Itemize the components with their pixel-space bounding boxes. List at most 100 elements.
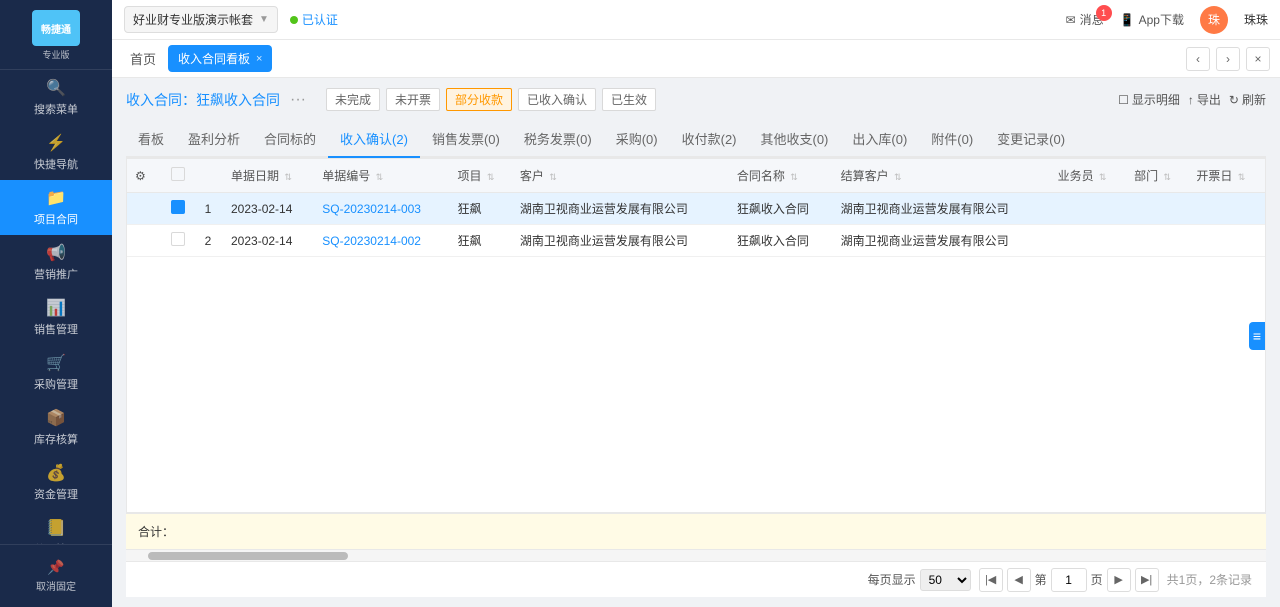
right-action-panel[interactable]: ≡: [1249, 322, 1265, 350]
row-date-0: 2023-02-14: [223, 193, 314, 225]
sort-icon-project[interactable]: ⇅: [487, 172, 495, 182]
prev-page-btn[interactable]: ◀: [1007, 568, 1031, 592]
row-settings-1: [127, 225, 163, 257]
header-checkbox[interactable]: [171, 167, 185, 181]
header-action-refresh[interactable]: ↻ 刷新: [1229, 91, 1266, 108]
settings-icon[interactable]: ⚙: [135, 169, 146, 183]
row-end-customer-1: 湖南卫视商业运营发展有限公司: [833, 225, 1050, 257]
topbar: 好业财专业版演示帐套 ▼ 已认证 ✉ 消息 1 📱 App下载 珠 珠珠: [112, 0, 1280, 40]
row-checkbox-1[interactable]: [171, 232, 185, 246]
sub-tab-purchase[interactable]: 采购(0): [604, 121, 670, 156]
topbar-avatar[interactable]: 珠: [1200, 6, 1228, 34]
sort-icon-salesman[interactable]: ⇅: [1099, 172, 1107, 182]
pin-icon: 📌: [47, 559, 64, 576]
page-title-name: 狂飙收入合同: [196, 92, 280, 108]
sub-tab-other-income[interactable]: 其他收支(0): [749, 121, 841, 156]
status-tag-not-invoiced[interactable]: 未开票: [386, 88, 440, 111]
tab-nav-next[interactable]: ›: [1216, 47, 1240, 71]
sales-icon: 📊: [46, 298, 66, 318]
sub-tab-contract-standard[interactable]: 合同标的: [252, 121, 328, 156]
sidebar-item-label: 项目合同: [34, 211, 78, 227]
th-code: 单据编号 ⇅: [314, 159, 449, 193]
page-nav: |◀ ◀ 第 页 ▶ ▶|: [979, 568, 1159, 592]
page-input[interactable]: [1051, 568, 1087, 592]
sub-tab-change-log[interactable]: 变更记录(0): [985, 121, 1077, 156]
scrollbar-thumb[interactable]: [148, 552, 348, 560]
sort-icon-contract[interactable]: ⇅: [790, 172, 798, 182]
last-page-btn[interactable]: ▶|: [1135, 568, 1159, 592]
sort-icon-open-date[interactable]: ⇅: [1238, 172, 1246, 182]
row-num-0: 1: [193, 193, 223, 225]
page-size-select: 每页显示 50 20 100: [868, 569, 971, 591]
next-page-btn[interactable]: ▶: [1107, 568, 1131, 592]
table-row[interactable]: 1 2023-02-14 SQ-20230214-003 狂飙 湖南卫视商业运营…: [127, 193, 1265, 225]
row-checkbox-0[interactable]: [171, 200, 185, 214]
total-label: 合计：: [138, 523, 174, 540]
tabbar-right: ‹ › ×: [1186, 47, 1270, 71]
sort-icon-date[interactable]: ⇅: [284, 172, 292, 182]
certified-dot: [290, 16, 298, 24]
table-header-row: ⚙ 单据日期 ⇅ 单据编号 ⇅ 项目 ⇅ 客户 ⇅ 合同名称 ⇅ 结算客户 ⇅ …: [127, 159, 1265, 193]
sidebar-item-capital[interactable]: 💰资金管理: [0, 455, 112, 510]
more-options-icon[interactable]: ···: [290, 91, 306, 109]
page-total: 共1页，2条记录: [1167, 571, 1252, 588]
tab-nav-close[interactable]: ×: [1246, 47, 1270, 71]
sub-tab-payment[interactable]: 收付款(2): [670, 121, 749, 156]
sidebar-item-label: 库存核算: [34, 431, 78, 447]
sidebar-bottom-cancel-pin[interactable]: 📌 取消固定: [0, 553, 112, 599]
tab-active[interactable]: 收入合同看板 ×: [168, 45, 272, 72]
status-tag-active[interactable]: 已生效: [602, 88, 656, 111]
th-customer: 客户 ⇅: [512, 159, 729, 193]
sub-tab-in-out[interactable]: 出入库(0): [840, 121, 919, 156]
sidebar-item-label: 销售管理: [34, 321, 78, 337]
page-header-actions: ☐ 显示明细 ↑ 导出 ↻ 刷新: [1118, 91, 1266, 108]
topbar-company[interactable]: 好业财专业版演示帐套 ▼: [124, 6, 278, 33]
th-project: 项目 ⇅: [450, 159, 512, 193]
topbar-username[interactable]: 珠珠: [1244, 11, 1268, 28]
sidebar-item-label: 资金管理: [34, 486, 78, 502]
tab-home[interactable]: 首页: [122, 49, 164, 68]
sidebar-item-general[interactable]: 📒总账管理: [0, 510, 112, 544]
sub-tab-attachments[interactable]: 附件(0): [919, 121, 985, 156]
sidebar-menu: 🔍搜索菜单⚡快捷导航📁项目合同📢营销推广 📊 销售管理 🛒采购管理📦库存核算💰资金管理…: [0, 70, 112, 544]
topbar-app-btn[interactable]: 📱 App下载: [1120, 11, 1184, 28]
sort-icon-customer[interactable]: ⇅: [549, 172, 557, 182]
data-table: ⚙ 单据日期 ⇅ 单据编号 ⇅ 项目 ⇅ 客户 ⇅ 合同名称 ⇅ 结算客户 ⇅ …: [127, 159, 1265, 257]
main-content: 好业财专业版演示帐套 ▼ 已认证 ✉ 消息 1 📱 App下载 珠 珠珠 首页 …: [112, 0, 1280, 607]
sub-tab-sales-invoice[interactable]: 销售发票(0): [420, 121, 512, 156]
sub-tab-income-confirm[interactable]: 收入确认(2): [328, 121, 420, 156]
status-tag-partial-received[interactable]: 部分收款: [446, 88, 512, 111]
page-header: 收入合同：狂飙收入合同 ··· 未完成未开票部分收款已收入确认已生效 ☐ 显示明…: [126, 88, 1266, 111]
row-code-link-1[interactable]: SQ-20230214-002: [322, 234, 421, 248]
sub-tab-profit[interactable]: 盈利分析: [176, 121, 252, 156]
topbar-message-btn[interactable]: ✉ 消息 1: [1066, 11, 1104, 28]
sort-icon-dept[interactable]: ⇅: [1163, 172, 1171, 182]
sidebar-item-quick-nav[interactable]: ⚡快捷导航: [0, 125, 112, 180]
sort-icon-end-customer[interactable]: ⇅: [894, 172, 902, 182]
page-nav-sep: 第: [1035, 571, 1047, 588]
sort-icon-code[interactable]: ⇅: [376, 172, 384, 182]
table-row[interactable]: 2 2023-02-14 SQ-20230214-002 狂飙 湖南卫视商业运营…: [127, 225, 1265, 257]
sidebar-item-inventory[interactable]: 📦库存核算: [0, 400, 112, 455]
first-page-btn[interactable]: |◀: [979, 568, 1003, 592]
sidebar-item-project[interactable]: 📁项目合同: [0, 180, 112, 235]
tab-nav-prev[interactable]: ‹: [1186, 47, 1210, 71]
tabbar: 首页 收入合同看板 × ‹ › ×: [112, 40, 1280, 78]
sidebar-item-marketing[interactable]: 📢营销推广: [0, 235, 112, 290]
status-tag-confirmed[interactable]: 已收入确认: [518, 88, 596, 111]
sidebar-item-search[interactable]: 🔍搜索菜单: [0, 70, 112, 125]
row-code-link-0[interactable]: SQ-20230214-003: [322, 202, 421, 216]
th-salesman: 业务员 ⇅: [1050, 159, 1127, 193]
sidebar-logo-icon: 畅捷通: [32, 10, 80, 46]
sidebar-item-sales[interactable]: 📊 销售管理: [0, 290, 112, 345]
sidebar-item-purchase[interactable]: 🛒采购管理: [0, 345, 112, 400]
header-action-export[interactable]: ↑ 导出: [1188, 91, 1221, 108]
status-tag-not-complete[interactable]: 未完成: [326, 88, 380, 111]
sub-tab-tax-invoice[interactable]: 税务发票(0): [512, 121, 604, 156]
tab-close-icon[interactable]: ×: [256, 53, 262, 65]
header-action-show-detail[interactable]: ☐ 显示明细: [1118, 91, 1180, 108]
th-end-customer: 结算客户 ⇅: [833, 159, 1050, 193]
sub-tab-dashboard[interactable]: 看板: [126, 121, 176, 156]
page-size-dropdown[interactable]: 50 20 100: [920, 569, 971, 591]
scrollbar-area[interactable]: [126, 549, 1266, 561]
